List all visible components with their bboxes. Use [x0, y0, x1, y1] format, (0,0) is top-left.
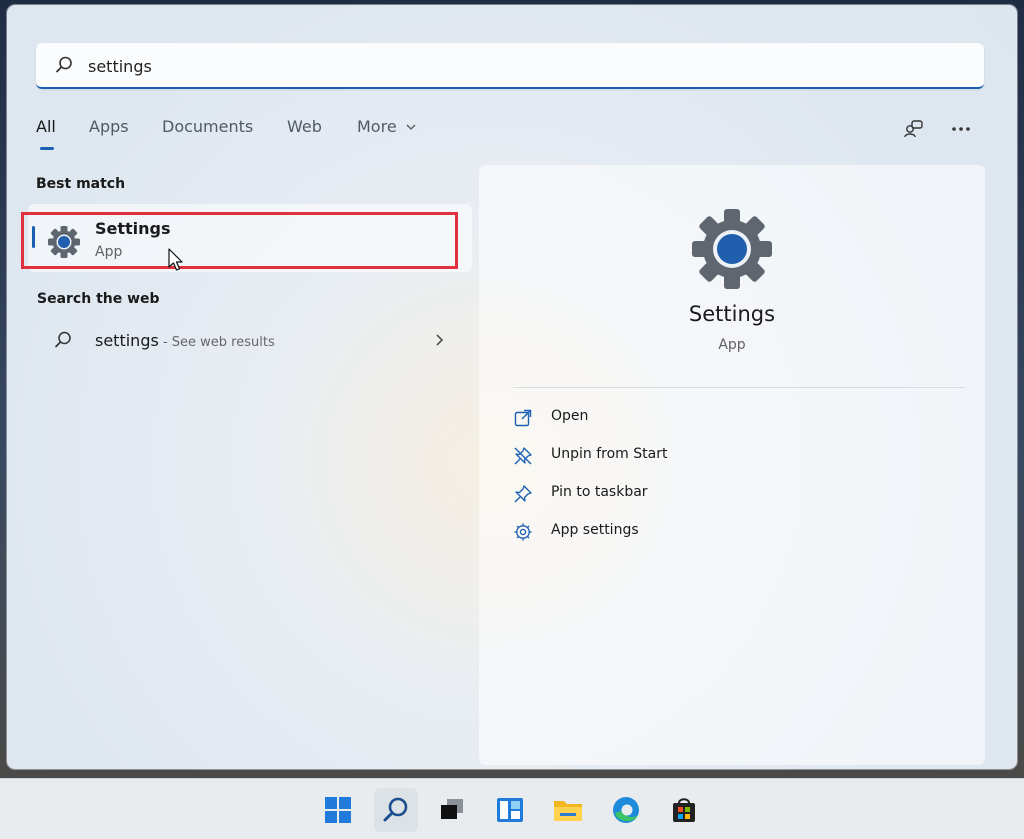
web-search-icon: [53, 330, 73, 354]
account-switch-icon: [904, 120, 923, 138]
search-box[interactable]: [36, 43, 984, 89]
search-input[interactable]: [86, 51, 950, 81]
tab-more-label: More: [357, 117, 397, 136]
start-button[interactable]: [316, 788, 360, 832]
store-icon: [673, 798, 695, 822]
file-explorer-button[interactable]: [546, 788, 590, 832]
search-web-heading: Search the web: [37, 291, 160, 307]
details-subtitle: App: [718, 337, 746, 353]
more-options-button[interactable]: [947, 115, 975, 143]
chevron-right-icon: [436, 334, 444, 346]
pin-icon: [514, 485, 532, 503]
tab-more[interactable]: More: [357, 117, 417, 136]
file-explorer-icon: [554, 801, 582, 821]
taskbar-search-button[interactable]: [374, 788, 418, 832]
task-view-button[interactable]: [430, 788, 474, 832]
action-unpin-label: Unpin from Start: [551, 446, 668, 462]
ellipsis-icon: [952, 127, 970, 131]
tab-web[interactable]: Web: [287, 117, 322, 136]
tab-apps[interactable]: Apps: [89, 117, 129, 136]
taskbar: [0, 778, 1024, 839]
details-divider: [513, 387, 965, 388]
search-icon: [383, 797, 408, 822]
account-switch-button[interactable]: [900, 115, 928, 143]
mouse-cursor-icon: [168, 248, 183, 271]
edge-button[interactable]: [604, 788, 648, 832]
chevron-down-icon: [406, 124, 416, 130]
gear-icon: [514, 523, 532, 541]
best-match-heading: Best match: [36, 176, 126, 192]
widgets-button[interactable]: [488, 788, 532, 832]
action-app-settings-label: App settings: [551, 522, 639, 538]
task-view-icon: [441, 799, 463, 819]
unpin-icon: [514, 447, 532, 465]
web-hint: - See web results: [158, 335, 275, 350]
store-button[interactable]: [662, 788, 706, 832]
open-icon: [514, 409, 532, 427]
web-query: settings: [95, 331, 159, 350]
web-result-row[interactable]: settings - See web results: [36, 323, 456, 357]
red-highlight-box: [21, 212, 458, 269]
settings-large-icon: [690, 207, 774, 295]
web-result-text: settings - See web results: [95, 331, 275, 350]
action-open-label: Open: [551, 408, 589, 424]
details-title: Settings: [688, 302, 776, 326]
search-icon: [54, 55, 74, 79]
tab-documents[interactable]: Documents: [162, 117, 253, 136]
action-pin-label: Pin to taskbar: [551, 484, 648, 500]
start-icon: [325, 797, 351, 823]
tab-all[interactable]: All: [36, 117, 56, 136]
details-pane: Settings App Open Unpin from Start Pin t…: [479, 165, 985, 765]
widgets-icon: [497, 798, 523, 822]
search-panel: All Apps Documents Web More Best match: [7, 5, 1017, 769]
tab-all-indicator: [40, 147, 54, 150]
edge-icon: [613, 797, 639, 823]
